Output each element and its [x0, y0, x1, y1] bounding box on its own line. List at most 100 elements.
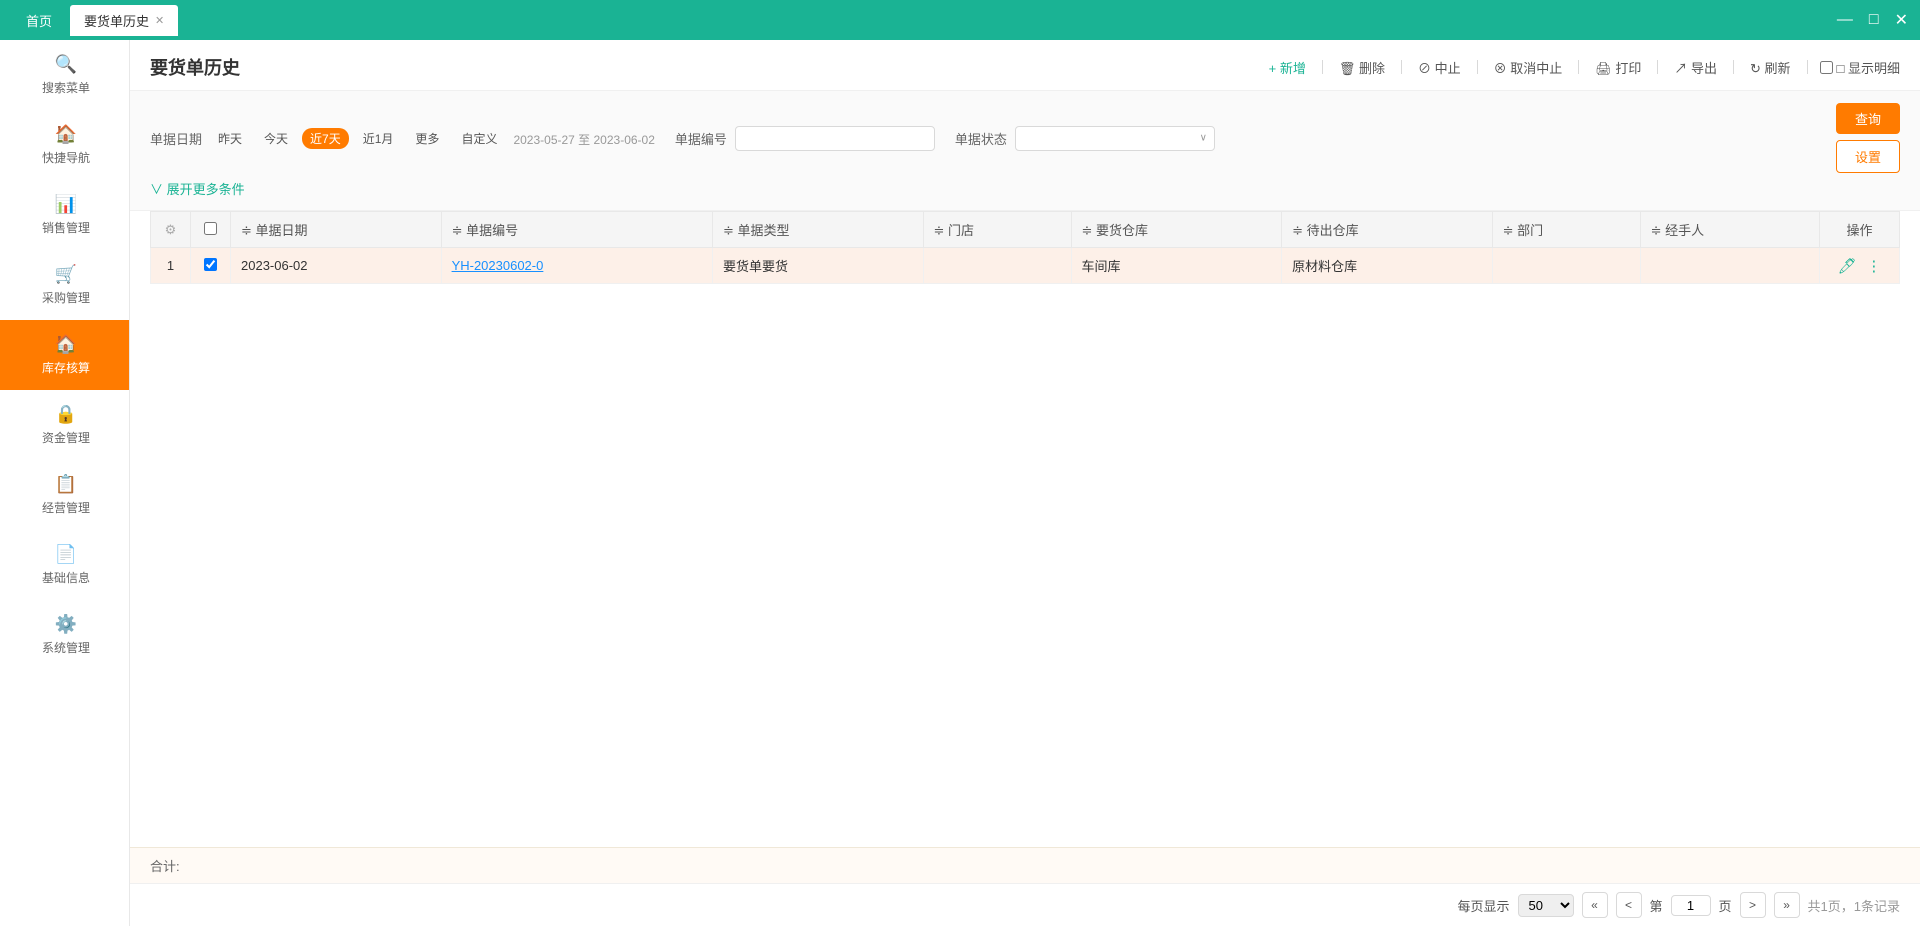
sidebar-item-operation-label: 经营管理 — [42, 499, 90, 516]
sidebar-item-operation[interactable]: 📋 经营管理 — [0, 460, 129, 530]
col-date: ≑ 单据日期 — [231, 212, 442, 248]
row-doc-no-link[interactable]: YH-20230602-0 — [452, 258, 544, 273]
next-page-btn[interactable]: > — [1740, 892, 1766, 918]
sidebar-item-system[interactable]: ⚙️ 系统管理 — [0, 600, 129, 670]
date-shortcut-today[interactable]: 今天 — [256, 128, 296, 149]
last-page-btn[interactable]: » — [1774, 892, 1800, 918]
row-department — [1492, 248, 1640, 284]
page-word: 第 — [1650, 896, 1663, 915]
row-req-warehouse: 车间库 — [1071, 248, 1282, 284]
filter-area: 单据日期 昨天 今天 近7天 近1月 更多 自定义 2023-05-27 至 2… — [130, 91, 1920, 211]
sidebar-item-finance[interactable]: 🔒 资金管理 — [0, 390, 129, 460]
filter-row-1: 单据日期 昨天 今天 近7天 近1月 更多 自定义 2023-05-27 至 2… — [150, 103, 1900, 173]
col-req-warehouse: ≑ 要货仓库 — [1071, 212, 1282, 248]
divider-7 — [1807, 60, 1808, 74]
delete-button[interactable]: 🗑 删除 — [1335, 58, 1389, 77]
sidebar-item-quick-nav[interactable]: 🏠 快捷导航 — [0, 110, 129, 180]
divider-6 — [1733, 60, 1734, 74]
export-button[interactable]: ↗ 导出 — [1670, 58, 1721, 77]
sidebar-item-inventory-label: 库存核算 — [42, 359, 90, 376]
col-store: ≑ 门店 — [923, 212, 1071, 248]
status-input[interactable] — [1015, 126, 1215, 151]
page-number-input[interactable] — [1671, 895, 1711, 916]
col-ops-label: 操作 — [1846, 223, 1872, 238]
tab-close-icon[interactable]: ✕ — [155, 14, 164, 27]
row-doc-no: YH-20230602-0 — [441, 248, 712, 284]
date-shortcut-7days[interactable]: 近7天 — [302, 128, 349, 149]
col-req-warehouse-label: ≑ 要货仓库 — [1082, 223, 1149, 238]
row-handler — [1640, 248, 1819, 284]
col-ops: 操作 — [1820, 212, 1900, 248]
sidebar-item-system-label: 系统管理 — [42, 639, 90, 656]
stop-button[interactable]: ⊘ 中止 — [1414, 58, 1465, 77]
cancel-stop-button[interactable]: ⊗ 取消中止 — [1490, 58, 1567, 77]
col-date-label: ≑ 单据日期 — [241, 223, 308, 238]
sidebar-item-inventory[interactable]: 🏠 库存核算 — [0, 320, 129, 390]
window-actions: — □ ✕ — [1837, 10, 1908, 30]
col-department: ≑ 部门 — [1492, 212, 1640, 248]
prev-page-btn[interactable]: < — [1616, 892, 1642, 918]
column-settings-icon[interactable]: ⚙ — [165, 222, 177, 237]
divider-4 — [1578, 60, 1579, 74]
date-shortcut-yesterday[interactable]: 昨天 — [210, 128, 250, 149]
row-edit-icon[interactable]: 🖊 — [1838, 258, 1857, 275]
row-checkbox[interactable] — [204, 258, 217, 271]
refresh-button[interactable]: ↻ 刷新 — [1746, 58, 1795, 77]
page-size-label: 每页显示 — [1457, 896, 1509, 915]
expand-more-btn[interactable]: ∨ 展开更多条件 — [150, 179, 1900, 198]
page-size-select[interactable]: 50 100 200 — [1518, 894, 1574, 917]
first-page-btn[interactable]: « — [1582, 892, 1608, 918]
show-detail-toggle[interactable]: □ 显示明细 — [1820, 58, 1900, 77]
basic-icon: 📄 — [55, 544, 77, 565]
divider-1 — [1322, 60, 1323, 74]
sidebar-item-purchase-label: 采购管理 — [42, 289, 90, 306]
date-shortcut-1month[interactable]: 近1月 — [355, 128, 402, 149]
search-icon: 🔍 — [55, 54, 77, 75]
col-handler: ≑ 经手人 — [1640, 212, 1819, 248]
sidebar-item-basic[interactable]: 📄 基础信息 — [0, 530, 129, 600]
doc-no-input[interactable] — [735, 126, 935, 151]
col-check — [191, 212, 231, 248]
show-detail-checkbox[interactable] — [1820, 61, 1833, 74]
date-shortcuts: 昨天 今天 近7天 近1月 更多 自定义 — [210, 128, 505, 149]
row-doc-type: 要货单要货 — [712, 248, 923, 284]
query-buttons: 查询 设置 — [1836, 103, 1900, 173]
pagination: 每页显示 50 100 200 « < 第 页 > » 共1页，1条记录 — [130, 883, 1920, 926]
col-handler-label: ≑ 经手人 — [1651, 223, 1705, 238]
sidebar-item-search-label: 搜索菜单 — [42, 79, 90, 96]
sidebar-item-purchase[interactable]: 🛒 采购管理 — [0, 250, 129, 320]
col-doc-no-label: ≑ 单据编号 — [452, 223, 519, 238]
row-store — [923, 248, 1071, 284]
window-close-btn[interactable]: ✕ — [1895, 10, 1908, 30]
divider-2 — [1401, 60, 1402, 74]
status-select-wrapper: ∨ — [1015, 126, 1215, 151]
purchase-icon: 🛒 — [55, 264, 77, 285]
sidebar-item-finance-label: 资金管理 — [42, 429, 90, 446]
date-shortcut-custom[interactable]: 自定义 — [453, 128, 505, 149]
total-info: 共1页，1条记录 — [1808, 896, 1900, 915]
summary-label: 合计: — [150, 859, 180, 874]
sidebar-item-basic-label: 基础信息 — [42, 569, 90, 586]
divider-3 — [1477, 60, 1478, 74]
tab-yaohuodan[interactable]: 要货单历史 ✕ — [70, 5, 178, 36]
page-title: 要货单历史 — [150, 54, 240, 80]
window-minimize-btn[interactable]: — — [1837, 11, 1853, 29]
row-seq: 1 — [151, 248, 191, 284]
print-button[interactable]: 🖨 打印 — [1591, 58, 1645, 77]
sidebar-item-sales[interactable]: 📊 销售管理 — [0, 180, 129, 250]
col-settings: ⚙ — [151, 212, 191, 248]
footer-summary: 合计: — [130, 847, 1920, 883]
window-maximize-btn[interactable]: □ — [1869, 11, 1879, 29]
add-button[interactable]: + 新增 — [1265, 58, 1310, 77]
show-detail-label: □ 显示明细 — [1837, 58, 1900, 77]
query-button[interactable]: 查询 — [1836, 103, 1900, 134]
tab-home[interactable]: 首页 — [12, 5, 66, 36]
date-shortcut-more[interactable]: 更多 — [407, 128, 447, 149]
settings-button[interactable]: 设置 — [1836, 140, 1900, 173]
select-all-checkbox[interactable] — [204, 222, 217, 235]
row-more-icon[interactable]: ⋮ — [1866, 258, 1881, 275]
col-department-label: ≑ 部门 — [1503, 223, 1544, 238]
table-header-row: ⚙ ≑ 单据日期 ≑ 单据编号 ≑ 单据类型 — [151, 212, 1900, 248]
sidebar-item-search[interactable]: 🔍 搜索菜单 — [0, 40, 129, 110]
inventory-icon: 🏠 — [55, 334, 77, 355]
